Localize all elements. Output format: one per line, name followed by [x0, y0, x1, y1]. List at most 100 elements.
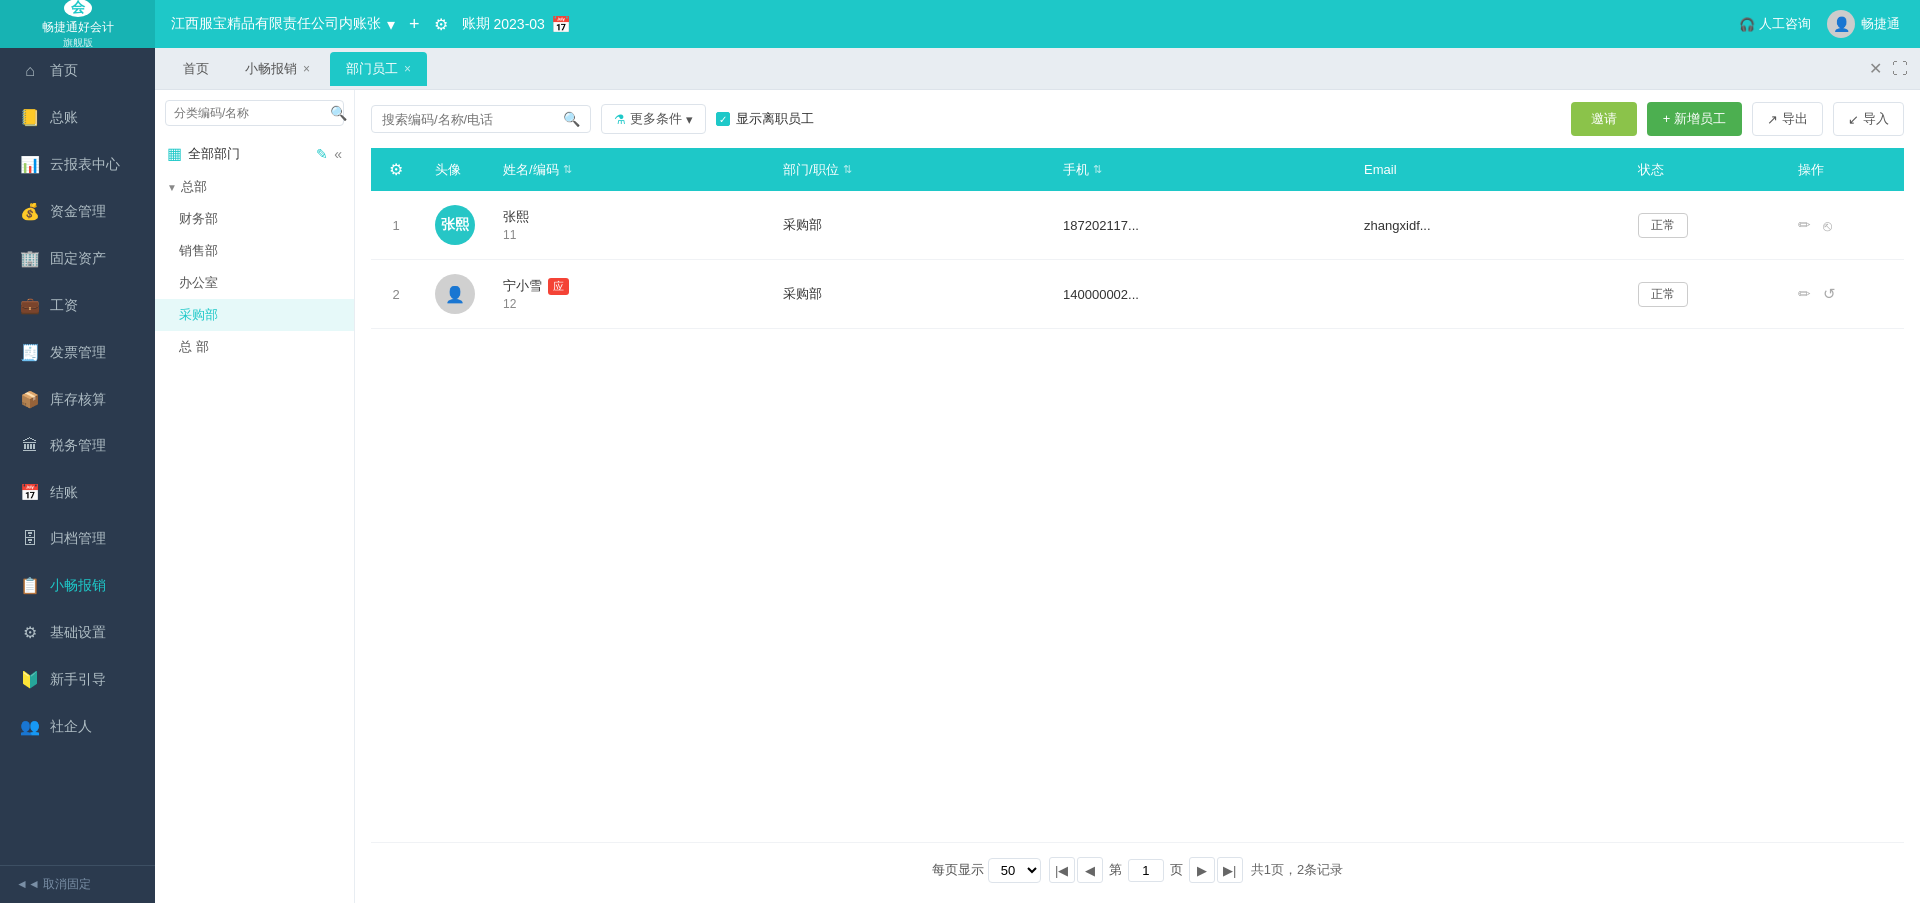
table-row: 1 张熙 张熙 11 采购部 187202117... zhangxidf...…	[371, 191, 1904, 260]
td-name-code: 张熙 11	[489, 191, 769, 260]
td-email	[1350, 260, 1624, 329]
fund-icon: 💰	[20, 202, 40, 221]
filter-chevron-icon: ▾	[686, 112, 693, 127]
user-profile[interactable]: 👤 畅捷通	[1827, 10, 1900, 38]
company-name[interactable]: 江西服宝精品有限责任公司内账张	[171, 15, 381, 33]
logo-name: 畅捷通好会计	[42, 19, 114, 36]
sidebar-label-close: 结账	[50, 484, 78, 502]
td-name-code: 宁小雪 应 12	[489, 260, 769, 329]
dept-search-box[interactable]: 🔍	[165, 100, 344, 126]
dept-label-bangongshi: 办公室	[179, 275, 218, 290]
page-label: 第	[1109, 861, 1122, 879]
show-resign-checkbox[interactable]: ✓	[716, 112, 730, 126]
page-next-btn[interactable]: ▶	[1189, 857, 1215, 883]
tabs-bar: 首页 小畅报销 × 部门员工 × ✕ ⛶	[155, 48, 1920, 90]
tab-close-window-icon[interactable]: ✕	[1869, 59, 1882, 78]
sidebar-item-expense[interactable]: 📋 小畅报销	[0, 562, 155, 609]
page-total: 共1页，2条记录	[1251, 861, 1343, 879]
page-first-btn[interactable]: |◀	[1049, 857, 1075, 883]
tab-dept-employee[interactable]: 部门员工 ×	[330, 52, 427, 86]
td-avatar: 👤	[421, 260, 489, 329]
dept-label-caiwu: 财务部	[179, 211, 218, 226]
dept-node-caiwu[interactable]: 财务部	[155, 203, 354, 235]
dept-search-icon[interactable]: 🔍	[330, 105, 347, 121]
company-dropdown-icon[interactable]: ▾	[387, 15, 395, 34]
employee-search-icon[interactable]: 🔍	[563, 111, 580, 127]
avatar: 👤	[1827, 10, 1855, 38]
page-prev-btn[interactable]: ◀	[1077, 857, 1103, 883]
export-button[interactable]: ↗ 导出	[1752, 102, 1823, 136]
tab-expense[interactable]: 小畅报销 ×	[229, 52, 326, 86]
per-page-select[interactable]: 50	[988, 858, 1041, 883]
th-dept-position[interactable]: 部门/职位 ⇅	[769, 148, 1049, 191]
cancel-fixed-btn[interactable]: ◄◄ 取消固定	[0, 865, 155, 903]
sidebar-item-invoice[interactable]: 🧾 发票管理	[0, 329, 155, 376]
invite-button[interactable]: 邀请	[1571, 102, 1637, 136]
content-area: 首页 小畅报销 × 部门员工 × ✕ ⛶ 🔍	[155, 48, 1920, 903]
th-phone[interactable]: 手机 ⇅	[1049, 148, 1350, 191]
dept-node-zongbu-parent[interactable]: ▼ 总部	[155, 171, 354, 203]
td-status: 正常	[1624, 191, 1784, 260]
logout-icon[interactable]: ⎋	[1823, 217, 1832, 234]
sidebar-label-expense: 小畅报销	[50, 577, 106, 595]
dept-all-btn[interactable]: ▦ 全部部门 ✎ «	[155, 136, 354, 171]
tab-close-expense[interactable]: ×	[303, 62, 310, 76]
settings-icon[interactable]: ⚙	[434, 15, 448, 34]
sidebar-item-inventory[interactable]: 📦 库存核算	[0, 376, 155, 423]
sidebar-item-report[interactable]: 📊 云报表中心	[0, 141, 155, 188]
sidebar-item-asset[interactable]: 🏢 固定资产	[0, 235, 155, 282]
tab-maximize-icon[interactable]: ⛶	[1892, 60, 1908, 78]
table-row: 2 👤 宁小雪 应 12 采购部 140000002... 正常 ✏ ↺	[371, 260, 1904, 329]
sidebar-item-guide[interactable]: 🔰 新手引导	[0, 656, 155, 703]
sort-name-icon: ⇅	[563, 163, 572, 176]
status-badge: 正常	[1638, 282, 1688, 307]
add-company-icon[interactable]: +	[409, 14, 420, 35]
th-actions: 操作	[1784, 148, 1904, 191]
calendar-icon[interactable]: 📅	[551, 15, 571, 34]
sidebar-item-home[interactable]: ⌂ 首页	[0, 48, 155, 94]
sort-dept-icon: ⇅	[843, 163, 852, 176]
import-button[interactable]: ↙ 导入	[1833, 102, 1904, 136]
sidebar: ⌂ 首页 📒 总账 📊 云报表中心 💰 资金管理 🏢 固定资产 💼 工资 🧾 发…	[0, 48, 155, 903]
delete-icon[interactable]: ↺	[1823, 285, 1836, 303]
td-dept: 采购部	[769, 191, 1049, 260]
dept-node-xiaoshou[interactable]: 销售部	[155, 235, 354, 267]
show-resign-toggle[interactable]: ✓ 显示离职员工	[716, 110, 814, 128]
add-employee-button[interactable]: + 新增员工	[1647, 102, 1742, 136]
employee-search-input[interactable]	[382, 112, 557, 127]
period-label: 账期	[462, 15, 490, 33]
dept-node-zong[interactable]: 总 部	[155, 331, 354, 363]
dept-node-bangongshi[interactable]: 办公室	[155, 267, 354, 299]
sidebar-item-general[interactable]: 📒 总账	[0, 94, 155, 141]
dept-add-icon[interactable]: ✎	[316, 146, 328, 162]
employee-code: 11	[503, 228, 755, 242]
td-avatar: 张熙	[421, 191, 489, 260]
sidebar-item-partner[interactable]: 👥 社企人	[0, 703, 155, 750]
edit-icon[interactable]: ✏	[1798, 285, 1811, 303]
show-resign-label: 显示离职员工	[736, 110, 814, 128]
page-last-btn[interactable]: ▶|	[1217, 857, 1243, 883]
tab-close-dept[interactable]: ×	[404, 62, 411, 76]
partner-icon: 👥	[20, 717, 40, 736]
dept-tree: ▼ 总部 财务部 销售部 办公室 采购部	[155, 171, 354, 363]
th-settings[interactable]: ⚙	[371, 148, 421, 191]
sidebar-item-close[interactable]: 📅 结账	[0, 469, 155, 516]
sidebar-item-fund[interactable]: 💰 资金管理	[0, 188, 155, 235]
period-value[interactable]: 2023-03	[494, 16, 545, 32]
filter-button[interactable]: ⚗ 更多条件 ▾	[601, 104, 706, 134]
edit-icon[interactable]: ✏	[1798, 216, 1811, 234]
th-name-code[interactable]: 姓名/编码 ⇅	[489, 148, 769, 191]
support-btn[interactable]: 🎧 人工咨询	[1739, 15, 1811, 33]
dept-collapse-icon[interactable]: «	[334, 146, 342, 162]
sidebar-label-invoice: 发票管理	[50, 344, 106, 362]
sidebar-item-tax[interactable]: 🏛 税务管理	[0, 423, 155, 469]
employee-search-box[interactable]: 🔍	[371, 105, 591, 133]
dept-node-caigou[interactable]: 采购部	[155, 299, 354, 331]
sidebar-item-salary[interactable]: 💼 工资	[0, 282, 155, 329]
tab-home[interactable]: 首页	[167, 52, 225, 86]
ying-tag: 应	[548, 278, 569, 295]
dept-search-input[interactable]	[174, 106, 324, 120]
sidebar-item-archive[interactable]: 🗄 归档管理	[0, 516, 155, 562]
page-number-input[interactable]	[1128, 859, 1164, 882]
sidebar-item-basic[interactable]: ⚙ 基础设置	[0, 609, 155, 656]
